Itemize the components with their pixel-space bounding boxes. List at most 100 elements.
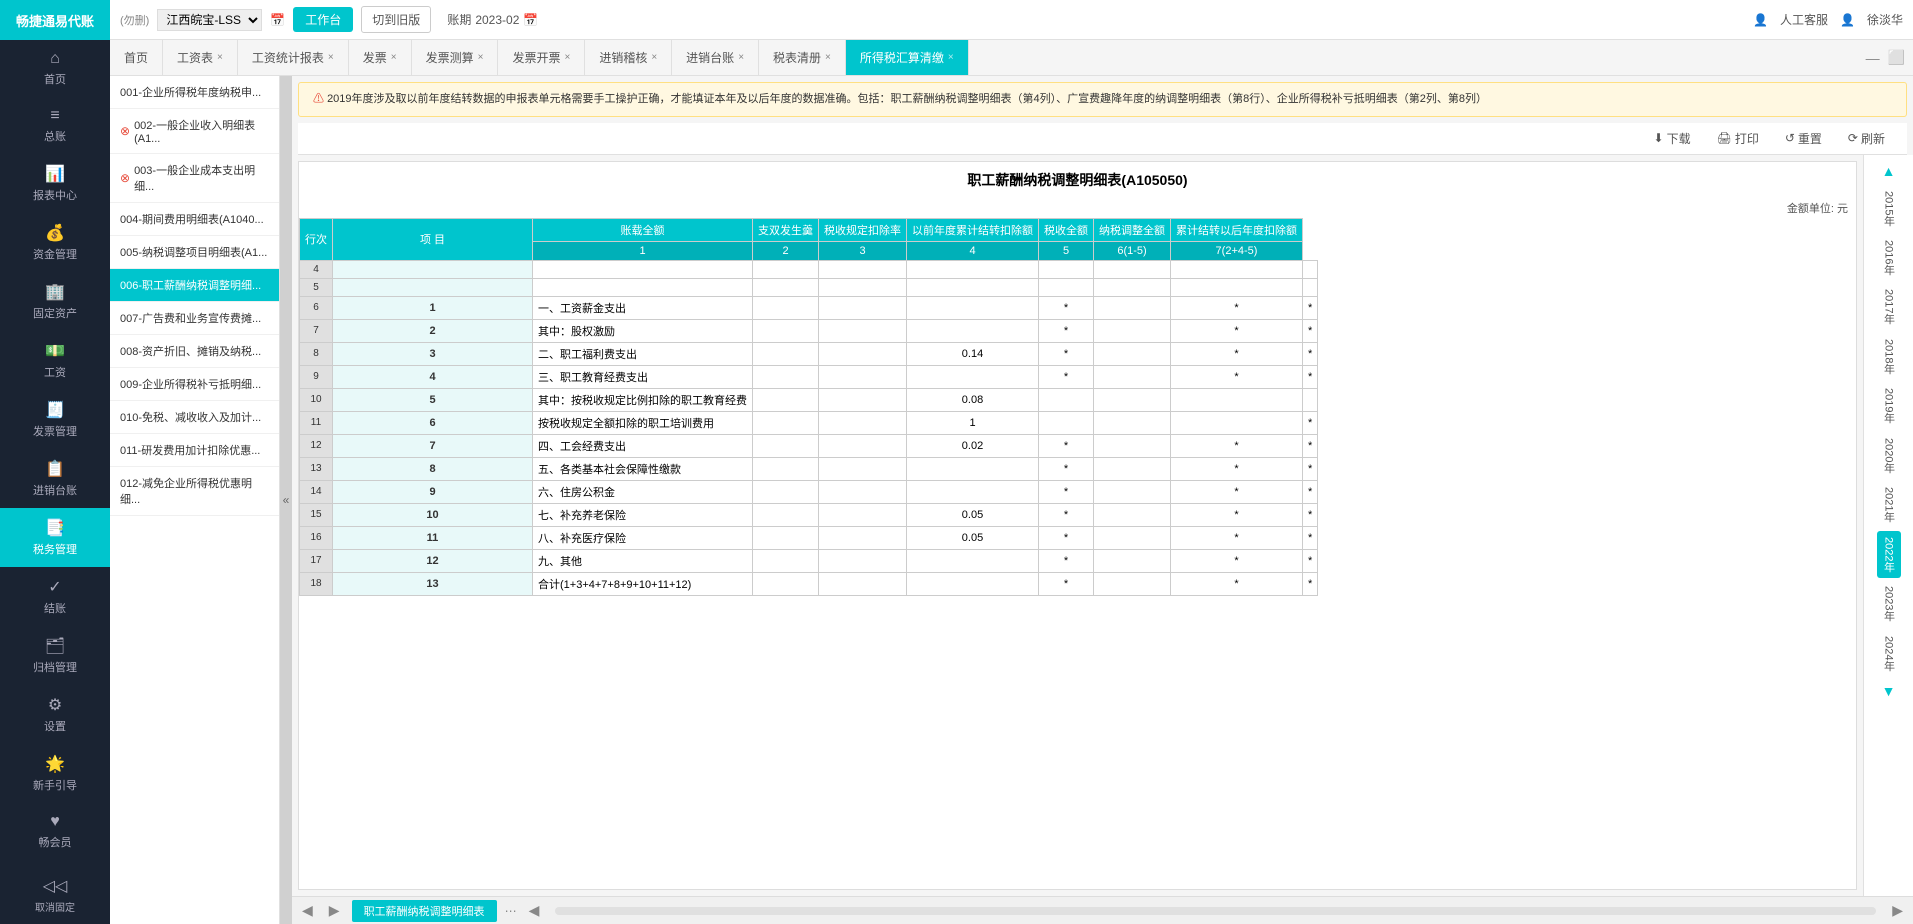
tab-sales-ledger[interactable]: 进销台账 ×: [672, 40, 759, 75]
cell-c6[interactable]: *: [1171, 480, 1303, 503]
bottom-left-arrow[interactable]: ◀: [298, 902, 317, 919]
refresh-button[interactable]: ⟳ 刷新: [1840, 127, 1893, 150]
tab-tax-list[interactable]: 税表清册 ×: [759, 40, 846, 75]
cell-c4[interactable]: *: [1039, 480, 1094, 503]
left-item-008[interactable]: 008-资产折旧、摊销及纳税...: [110, 335, 279, 368]
cell-c7[interactable]: *: [1303, 572, 1318, 595]
cell-c5[interactable]: [1094, 260, 1171, 278]
cell-c2[interactable]: [819, 434, 907, 457]
cell-c7[interactable]: *: [1303, 411, 1318, 434]
cell-c2[interactable]: [819, 480, 907, 503]
sidebar-item-invoice[interactable]: 🧾 发票管理: [0, 390, 110, 449]
tab-invoice-calc-close[interactable]: ×: [478, 52, 484, 63]
cell-c1[interactable]: [753, 457, 819, 480]
sidebar-item-assets[interactable]: 🏢 固定资产: [0, 272, 110, 331]
cell-c2[interactable]: [819, 342, 907, 365]
year-down-arrow[interactable]: ▼: [1878, 679, 1900, 703]
sidebar-item-cancel[interactable]: ◁◁ 取消固定: [0, 866, 110, 924]
cell-c3[interactable]: 0.02: [907, 434, 1039, 457]
cell-c7[interactable]: [1303, 260, 1318, 278]
cell-c1[interactable]: [753, 278, 819, 296]
bottom-right-arrow[interactable]: ▶: [325, 902, 344, 919]
cell-c1[interactable]: [753, 319, 819, 342]
cell-c6[interactable]: *: [1171, 434, 1303, 457]
cell-c4[interactable]: *: [1039, 503, 1094, 526]
cell-c4[interactable]: *: [1039, 342, 1094, 365]
cell-c1[interactable]: [753, 388, 819, 411]
download-button[interactable]: ⬇ 下载: [1646, 127, 1699, 150]
cell-c4[interactable]: [1039, 388, 1094, 411]
cell-c2[interactable]: [819, 572, 907, 595]
tab-invoice[interactable]: 发票 ×: [349, 40, 412, 75]
cell-c4[interactable]: *: [1039, 549, 1094, 572]
cell-c3[interactable]: [907, 278, 1039, 296]
company-select[interactable]: 江西皖宝-LSS: [157, 9, 262, 31]
cell-c6[interactable]: *: [1171, 503, 1303, 526]
cell-c5[interactable]: [1094, 503, 1171, 526]
cell-c1[interactable]: [753, 411, 819, 434]
cell-c6[interactable]: *: [1171, 572, 1303, 595]
cell-c5[interactable]: [1094, 319, 1171, 342]
cell-c3[interactable]: [907, 260, 1039, 278]
tabs-min-icon[interactable]: —: [1866, 50, 1880, 66]
left-item-003[interactable]: ⊗ 003-一般企业成本支出明细...: [110, 154, 279, 203]
cell-c6[interactable]: *: [1171, 457, 1303, 480]
collapse-button[interactable]: «: [280, 76, 292, 924]
cell-c2[interactable]: [819, 278, 907, 296]
bottom-dots[interactable]: ⋯: [505, 904, 517, 918]
cell-c3[interactable]: 0.05: [907, 503, 1039, 526]
cell-c6[interactable]: *: [1171, 319, 1303, 342]
scroll-right-icon[interactable]: ▶: [1888, 902, 1907, 919]
left-item-012[interactable]: 012-减免企业所得税优惠明细...: [110, 467, 279, 516]
cell-c1[interactable]: [753, 549, 819, 572]
cell-c3[interactable]: 0.05: [907, 526, 1039, 549]
year-2015[interactable]: 2015年: [1877, 185, 1901, 232]
cell-c7[interactable]: *: [1303, 526, 1318, 549]
cell-c7[interactable]: *: [1303, 342, 1318, 365]
year-2019[interactable]: 2019年: [1877, 382, 1901, 429]
cell-c1[interactable]: [753, 572, 819, 595]
sidebar-item-general[interactable]: ≡ 总账: [0, 97, 110, 154]
tabs-max-icon[interactable]: ⬜: [1888, 49, 1905, 66]
cell-c3[interactable]: [907, 319, 1039, 342]
cell-c5[interactable]: [1094, 572, 1171, 595]
cell-c6[interactable]: [1171, 411, 1303, 434]
horizontal-scrollbar[interactable]: [555, 907, 1876, 915]
cell-c1[interactable]: [753, 296, 819, 319]
tab-invoice-close[interactable]: ×: [391, 52, 397, 63]
cell-c5[interactable]: [1094, 457, 1171, 480]
left-item-002[interactable]: ⊗ 002-一般企业收入明细表(A1...: [110, 109, 279, 154]
left-item-001[interactable]: 001-企业所得税年度纳税申...: [110, 76, 279, 109]
workspace-button[interactable]: 工作台: [293, 7, 353, 32]
tab-invoice-open[interactable]: 发票开票 ×: [498, 40, 585, 75]
cell-c7[interactable]: [1303, 278, 1318, 296]
support-label[interactable]: 人工客服: [1780, 11, 1828, 28]
cell-c6[interactable]: *: [1171, 526, 1303, 549]
period-calendar-icon[interactable]: 📅: [523, 13, 538, 27]
cell-c5[interactable]: [1094, 480, 1171, 503]
left-item-006[interactable]: 006-职工薪酬纳税调整明细...: [110, 269, 279, 302]
cell-c5[interactable]: [1094, 526, 1171, 549]
cell-c7[interactable]: *: [1303, 503, 1318, 526]
cell-c7[interactable]: *: [1303, 319, 1318, 342]
cell-c3[interactable]: 0.14: [907, 342, 1039, 365]
cell-c1[interactable]: [753, 526, 819, 549]
left-item-011[interactable]: 011-研发费用加计扣除优惠...: [110, 434, 279, 467]
print-button[interactable]: 🖨 打印: [1709, 127, 1767, 150]
cell-c7[interactable]: *: [1303, 296, 1318, 319]
cell-c4[interactable]: [1039, 260, 1094, 278]
cell-c4[interactable]: *: [1039, 457, 1094, 480]
tab-income-tax-close[interactable]: ×: [948, 52, 954, 63]
year-2023[interactable]: 2023年: [1877, 580, 1901, 627]
tab-salary-report-close[interactable]: ×: [328, 52, 334, 63]
cell-c2[interactable]: [819, 549, 907, 572]
sidebar-item-settle[interactable]: ✓ 结账: [0, 567, 110, 626]
left-item-010[interactable]: 010-免税、减收收入及加计...: [110, 401, 279, 434]
cell-c1[interactable]: [753, 342, 819, 365]
cell-c6[interactable]: *: [1171, 365, 1303, 388]
cell-c5[interactable]: [1094, 434, 1171, 457]
reset-button[interactable]: ↺ 重置: [1777, 127, 1830, 150]
tab-sales-check-close[interactable]: ×: [651, 52, 657, 63]
left-item-005[interactable]: 005-纳税调整项目明细表(A1...: [110, 236, 279, 269]
tab-income-tax[interactable]: 所得税汇算清缴 ×: [846, 40, 969, 75]
